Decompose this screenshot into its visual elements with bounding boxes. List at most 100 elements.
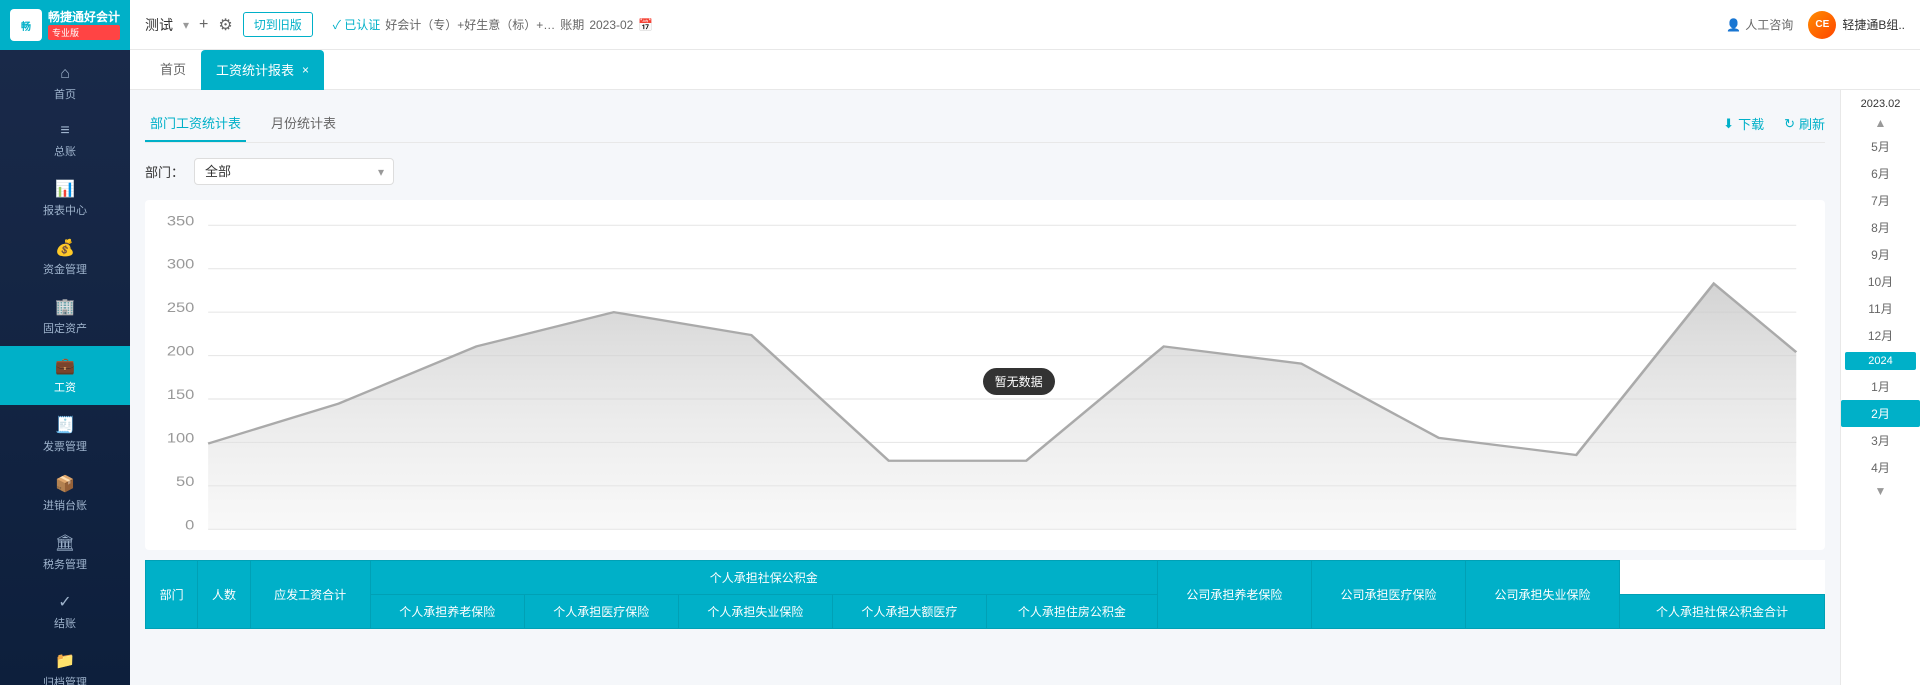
month-6[interactable]: 6月 (1841, 160, 1920, 187)
svg-text:100: 100 (167, 431, 195, 446)
assets-icon: 🏢 (55, 297, 75, 317)
sidebar-label-reports: 报表中心 (43, 202, 87, 218)
refresh-button[interactable]: ↻ 刷新 (1784, 105, 1825, 142)
svg-text:350: 350 (167, 215, 195, 229)
calendar-icon[interactable]: 📅 (638, 18, 653, 32)
th-company-medical: 公司承担医疗保险 (1311, 561, 1465, 629)
sidebar-label-ledger: 总账 (54, 143, 76, 159)
th-personal-major-medical: 个人承担大额医疗 (832, 595, 986, 629)
main-area: 测试 ▾ + ⚙ 切到旧版 ✓ 已认证 好会计（专）+好生意（标）+… 账期 2… (130, 0, 1920, 685)
sidebar-label-salary: 工资 (54, 379, 76, 395)
th-personal-social: 个人承担社保公积金 (370, 561, 1157, 595)
sidebar-label-sales: 进销台账 (43, 497, 87, 513)
page-main: 部门工资统计表 月份统计表 ⬇ 下载 ↻ 刷新 (130, 90, 1840, 685)
topbar-add-button[interactable]: + (199, 16, 208, 34)
sidebar-item-reports[interactable]: 📊 报表中心 (0, 169, 130, 228)
svg-text:250: 250 (167, 300, 195, 315)
date-nav-up[interactable]: ▲ (1872, 113, 1890, 133)
th-personal-unemploy: 个人承担失业保险 (678, 595, 832, 629)
month-11[interactable]: 11月 (1841, 295, 1920, 322)
date-nav-down[interactable]: ▼ (1872, 481, 1890, 501)
sidebar-item-funds[interactable]: 💰 资金管理 (0, 228, 130, 287)
month-3-2024[interactable]: 3月 (1841, 427, 1920, 454)
topbar-settings-icon[interactable]: ⚙ (218, 15, 232, 35)
th-total-salary: 应发工资合计 (250, 561, 370, 629)
sidebar-item-settle[interactable]: ✓ 结账 (0, 582, 130, 641)
th-company-pension: 公司承担养老保险 (1157, 561, 1311, 629)
sidebar-label-archive: 归档管理 (43, 674, 87, 685)
month-9[interactable]: 9月 (1841, 241, 1920, 268)
topbar: 测试 ▾ + ⚙ 切到旧版 ✓ 已认证 好会计（专）+好生意（标）+… 账期 2… (130, 0, 1920, 50)
funds-icon: 💰 (55, 238, 75, 258)
dept-select[interactable]: 全部 (194, 158, 394, 185)
dept-label: 部门： (145, 162, 184, 181)
sidebar-item-home[interactable]: ⌂ 首页 (0, 55, 130, 112)
svg-text:300: 300 (167, 257, 195, 272)
period-value: 2023-02 (589, 18, 633, 32)
logo-title: 畅捷通好会计 (48, 10, 120, 26)
sidebar-item-invoice[interactable]: 🧾 发票管理 (0, 405, 130, 464)
content-main: 首页 工资统计报表 × 部门工资统计表 月份统计表 (130, 50, 1920, 685)
switch-mode-button[interactable]: 切到旧版 (243, 12, 313, 37)
chart-container: 0 50 100 150 200 250 300 350 (145, 200, 1825, 550)
svg-text:150: 150 (167, 387, 195, 402)
sidebar-item-archive[interactable]: 📁 归档管理 (0, 641, 130, 685)
month-4-2024[interactable]: 4月 (1841, 454, 1920, 481)
help-button[interactable]: 👤 人工咨询 (1726, 16, 1793, 33)
year-2024-label[interactable]: 2024 (1845, 352, 1916, 370)
sidebar: 畅 畅捷通好会计 专业版 ⌂ 首页 ≡ 总账 📊 报表中心 💰 资金管理 🏢 固… (0, 0, 130, 685)
sidebar-item-tax[interactable]: 🏛 税务管理 (0, 523, 130, 582)
th-personal-housing: 个人承担住房公积金 (986, 595, 1157, 629)
svg-text:50: 50 (176, 474, 194, 489)
topbar-arrow-icon: ▾ (183, 18, 189, 32)
month-2-2024[interactable]: 2月 (1841, 400, 1920, 427)
help-icon: 👤 (1726, 18, 1741, 32)
invoice-icon: 🧾 (55, 415, 75, 435)
sub-tab-dept[interactable]: 部门工资统计表 (145, 105, 246, 142)
sidebar-item-sales[interactable]: 📦 进销台账 (0, 464, 130, 523)
month-1-2024[interactable]: 1月 (1841, 373, 1920, 400)
sidebar-item-assets[interactable]: 🏢 固定资产 (0, 287, 130, 346)
content-area: 首页 工资统计报表 × 部门工资统计表 月份统计表 (130, 50, 1920, 685)
sales-icon: 📦 (55, 474, 75, 494)
month-8[interactable]: 8月 (1841, 214, 1920, 241)
dept-filter: 部门： 全部 ▾ (145, 158, 1825, 185)
month-12[interactable]: 12月 (1841, 322, 1920, 349)
tab-home[interactable]: 首页 (145, 50, 201, 90)
sidebar-label-assets: 固定资产 (43, 320, 87, 336)
year-2023-section: 5月 6月 7月 8月 9月 10月 11月 12月 (1841, 133, 1920, 349)
area-chart: 0 50 100 150 200 250 300 350 (160, 215, 1810, 535)
th-headcount: 人数 (198, 561, 250, 629)
salary-table: 部门 人数 应发工资合计 个人承担社保公积金 公司承担养老保险 公司承担医疗保险… (145, 560, 1825, 629)
sub-tab-monthly[interactable]: 月份统计表 (266, 105, 341, 142)
topbar-right: 👤 人工咨询 CE 轻捷通B组.. (1726, 11, 1905, 39)
sidebar-item-ledger[interactable]: ≡ 总账 (0, 112, 130, 169)
th-dept: 部门 (146, 561, 198, 629)
sidebar-label-invoice: 发票管理 (43, 438, 87, 454)
ledger-icon: ≡ (60, 122, 69, 140)
topbar-tags: ✓ 已认证 好会计（专）+好生意（标）+… 账期 2023-02 📅 (333, 16, 654, 33)
logo-badge: 专业版 (48, 25, 120, 40)
th-personal-total: 个人承担社保公积金合计 (1620, 595, 1825, 629)
sub-tabs: 部门工资统计表 月份统计表 ⬇ 下载 ↻ 刷新 (145, 105, 1825, 143)
table-container: 部门 人数 应发工资合计 个人承担社保公积金 公司承担养老保险 公司承担医疗保险… (145, 560, 1825, 629)
date-panel: 2023.02 ▲ 5月 6月 7月 8月 9月 10月 11月 12月 2 (1840, 90, 1920, 685)
month-10[interactable]: 10月 (1841, 268, 1920, 295)
th-personal-medical: 个人承担医疗保险 (524, 595, 678, 629)
year-2024-section: 1月 2月 3月 4月 (1841, 373, 1920, 481)
sidebar-item-salary[interactable]: 💼 工资 (0, 346, 130, 405)
salary-icon: 💼 (55, 356, 75, 376)
period-label: 账期 (560, 16, 584, 33)
tab-close-button[interactable]: × (302, 63, 309, 77)
month-7[interactable]: 7月 (1841, 187, 1920, 214)
sidebar-label-funds: 资金管理 (43, 261, 87, 277)
tab-salary-report[interactable]: 工资统计报表 × (201, 50, 324, 90)
month-5[interactable]: 5月 (1841, 133, 1920, 160)
sidebar-logo: 畅 畅捷通好会计 专业版 (0, 0, 130, 50)
user-menu[interactable]: CE 轻捷通B组.. (1808, 11, 1905, 39)
sidebar-nav: ⌂ 首页 ≡ 总账 📊 报表中心 💰 资金管理 🏢 固定资产 💼 工资 🧾 发票… (0, 50, 130, 685)
settle-icon: ✓ (58, 592, 71, 612)
tax-icon: 🏛 (55, 533, 75, 553)
tabs-bar: 首页 工资统计报表 × (130, 50, 1920, 90)
download-button[interactable]: ⬇ 下载 (1723, 105, 1764, 142)
